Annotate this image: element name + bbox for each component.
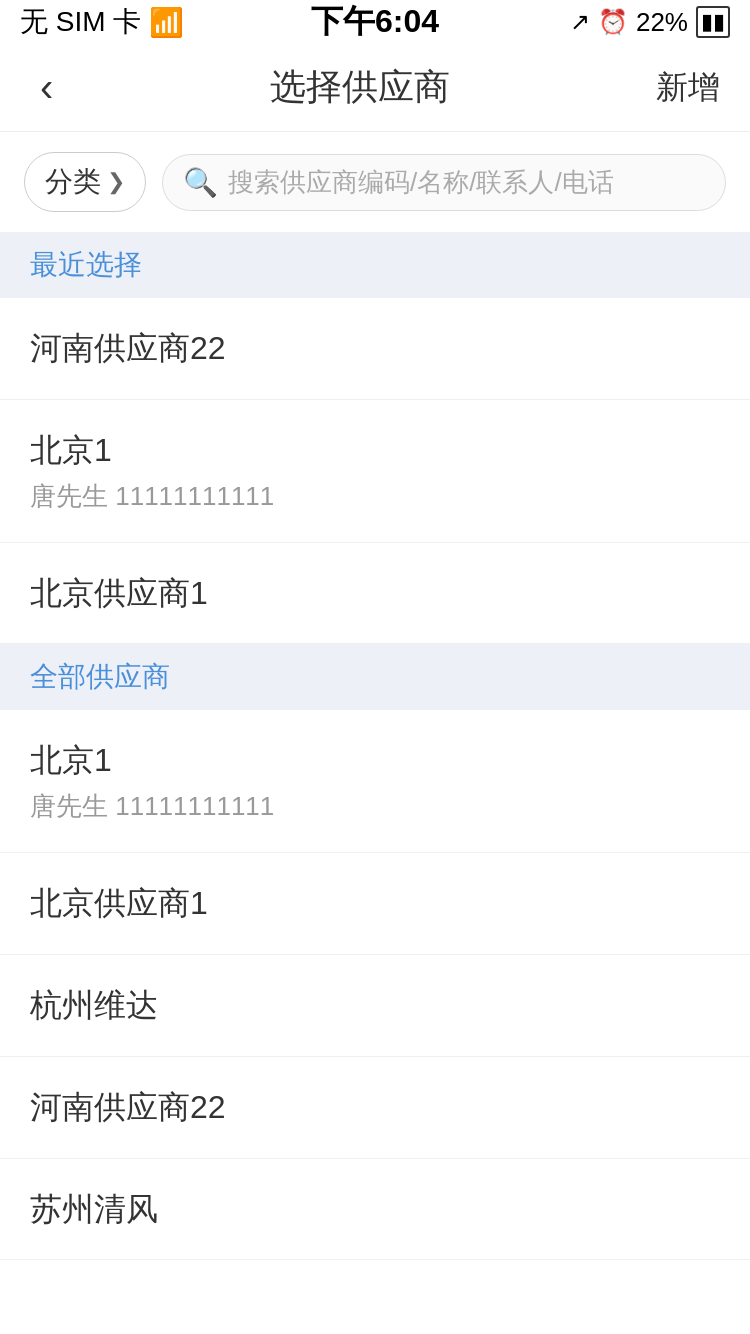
item-name: 河南供应商22	[30, 1085, 720, 1130]
item-name: 北京供应商1	[30, 881, 720, 926]
filter-bar: 分类 ❯ 🔍 搜索供应商编码/名称/联系人/电话	[0, 132, 750, 232]
item-name: 北京1	[30, 428, 720, 473]
item-name: 北京1	[30, 738, 720, 783]
category-button[interactable]: 分类 ❯	[24, 152, 146, 212]
alarm-icon: ⏰	[598, 8, 628, 36]
nav-bar: ‹ 选择供应商 新增	[0, 44, 750, 132]
status-time: 下午6:04	[311, 0, 439, 44]
recent-items-list: 河南供应商22 北京1 唐先生 11111111111 北京供应商1	[0, 298, 750, 644]
recent-list-item[interactable]: 北京供应商1	[0, 543, 750, 645]
back-button[interactable]: ‹	[30, 55, 63, 120]
all-list-item[interactable]: 杭州维达	[0, 955, 750, 1057]
item-sub: 唐先生 11111111111	[30, 479, 720, 514]
search-icon: 🔍	[183, 166, 218, 199]
all-list-item[interactable]: 北京供应商1	[0, 853, 750, 955]
recent-section-header: 最近选择	[0, 232, 750, 298]
item-name: 北京供应商1	[30, 571, 720, 616]
all-section-title: 全部供应商	[30, 661, 170, 692]
wifi-icon: 📶	[149, 6, 184, 39]
all-items-list: 北京1 唐先生 11111111111 北京供应商1 杭州维达河南供应商22 苏州清风	[0, 710, 750, 1260]
battery-icon: ▮▮	[696, 6, 730, 38]
no-sim-text: 无 SIM 卡	[20, 3, 141, 41]
location-icon: ↗	[570, 8, 590, 36]
status-right: ↗ ⏰ 22% ▮▮	[570, 6, 730, 38]
item-name: 河南供应商22	[30, 326, 720, 371]
recent-section-title: 最近选择	[30, 249, 142, 280]
status-left: 无 SIM 卡 📶	[20, 3, 184, 41]
all-section-header: 全部供应商	[0, 644, 750, 710]
page-title: 选择供应商	[270, 63, 450, 112]
item-sub: 唐先生 11111111111	[30, 789, 720, 824]
recent-list-item[interactable]: 北京1 唐先生 11111111111	[0, 400, 750, 543]
search-input-wrap[interactable]: 🔍 搜索供应商编码/名称/联系人/电话	[162, 154, 726, 211]
recent-list-item[interactable]: 河南供应商22	[0, 298, 750, 400]
all-list-item[interactable]: 苏州清风	[0, 1159, 750, 1261]
all-list-item[interactable]: 北京1 唐先生 11111111111	[0, 710, 750, 853]
search-placeholder: 搜索供应商编码/名称/联系人/电话	[228, 165, 614, 200]
all-list-item[interactable]: 河南供应商22	[0, 1057, 750, 1159]
chevron-right-icon: ❯	[107, 169, 125, 195]
battery-text: 22%	[636, 7, 688, 38]
add-button[interactable]: 新增	[656, 66, 720, 110]
category-label: 分类	[45, 163, 101, 201]
item-name: 杭州维达	[30, 983, 720, 1028]
item-name: 苏州清风	[30, 1187, 720, 1232]
status-bar: 无 SIM 卡 📶 下午6:04 ↗ ⏰ 22% ▮▮	[0, 0, 750, 44]
